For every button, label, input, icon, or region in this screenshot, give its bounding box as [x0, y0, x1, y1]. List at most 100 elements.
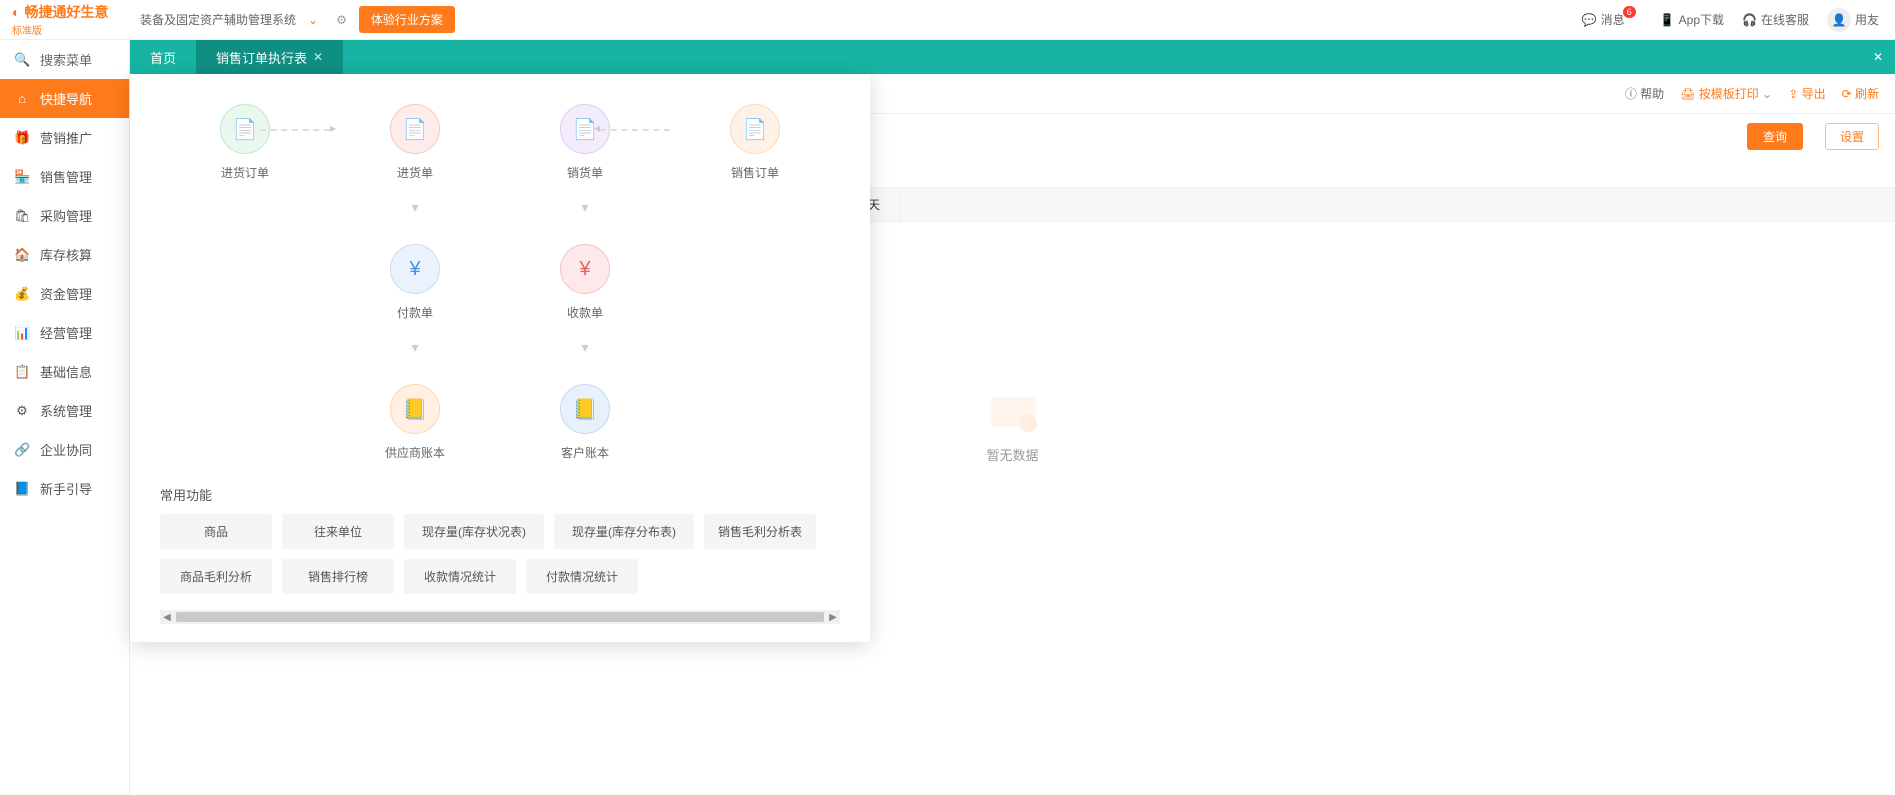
scroll-right-icon[interactable]: ▶	[826, 612, 840, 623]
sidebar-item-label: 新手引导	[40, 479, 92, 498]
refresh-button[interactable]: ⟳ 刷新	[1842, 85, 1879, 102]
scrollbar-thumb[interactable]	[176, 612, 824, 622]
avatar-icon: 👤	[1827, 8, 1851, 32]
sidebar-item-collab[interactable]: 🔗企业协同	[0, 430, 129, 469]
flow-label: 收款单	[567, 304, 603, 321]
sidebar-item-guide[interactable]: 📘新手引导	[0, 469, 129, 508]
sidebar-item-operation[interactable]: 📊 经营管理	[0, 313, 129, 352]
print-template-button[interactable]: 🖨 按模板打印 ⌄	[1680, 85, 1772, 102]
settings-button[interactable]: 设置	[1825, 123, 1879, 150]
sidebar-item-label: 库存核算	[40, 245, 92, 264]
sidebar-item-label: 采购管理	[40, 206, 92, 225]
common-btn-stock-status[interactable]: 现存量(库存状况表)	[404, 514, 544, 549]
sidebar-item-label: 销售管理	[40, 167, 92, 186]
pay-icon: ¥	[390, 244, 440, 294]
panel-scrollbar[interactable]: ◀ ▶	[160, 610, 840, 624]
common-btn-sales-rank[interactable]: 销售排行榜	[282, 559, 394, 594]
logo-icon: ◐	[12, 4, 20, 20]
try-plan-button[interactable]: 体验行业方案	[359, 6, 455, 33]
common-functions-grid: 商品 往来单位 现存量(库存状况表) 现存量(库存分布表) 销售毛利分析表 商品…	[160, 514, 840, 594]
shop-icon: 🏪	[14, 169, 30, 185]
flow-label: 客户账本	[561, 444, 609, 461]
topbar-right: 💬 消息 6 📱 App下载 🎧 在线客服 👤 用友	[1582, 8, 1879, 32]
user-menu[interactable]: 👤 用友	[1827, 8, 1879, 32]
online-service-link[interactable]: 🎧 在线客服	[1742, 11, 1809, 28]
sidebar-item-label: 营销推广	[40, 128, 92, 147]
messages-link[interactable]: 💬 消息 6	[1582, 11, 1642, 28]
ledger-icon: 📒	[390, 384, 440, 434]
doc-out-icon: 📄	[730, 104, 780, 154]
messages-badge: 6	[1623, 6, 1636, 18]
system-selector[interactable]: 装备及固定资产辅助管理系统 ⌄	[130, 11, 328, 28]
tabs-close-all[interactable]: ✕	[1861, 40, 1895, 74]
sidebar-item-marketing[interactable]: 🎁营销推广	[0, 118, 129, 157]
brand-edition: 标准版	[12, 22, 42, 37]
home-icon: ⌂	[14, 91, 30, 106]
message-icon: 💬	[1582, 13, 1597, 27]
help-link[interactable]: ⓘ 帮助	[1625, 85, 1664, 102]
common-btn-product[interactable]: 商品	[160, 514, 272, 549]
user-name: 用友	[1855, 11, 1879, 28]
sidebar-item-inventory[interactable]: 🏠 库存核算	[0, 235, 129, 274]
common-btn-sales-profit[interactable]: 销售毛利分析表	[704, 514, 816, 549]
tab-home[interactable]: 首页	[130, 40, 196, 74]
sidebar-item-finance[interactable]: 💰 资金管理	[0, 274, 129, 313]
headset-icon: 🎧	[1742, 13, 1757, 27]
sidebar-item-quicknav[interactable]: ⌂ 快捷导航	[0, 79, 129, 118]
query-button[interactable]: 查询	[1747, 123, 1803, 150]
tab-sales-order-exec[interactable]: 销售订单执行表 ✕	[196, 40, 343, 74]
sidebar-item-label: 经营管理	[40, 323, 92, 342]
common-btn-product-profit[interactable]: 商品毛利分析	[160, 559, 272, 594]
app-download-link[interactable]: 📱 App下载	[1660, 11, 1724, 28]
flow-sales-order[interactable]: 📄销售订单	[680, 104, 830, 181]
flow-row-3: 📒供应商账本 📒 客户账本	[160, 384, 840, 461]
flow-customer-ledger[interactable]: 📒 客户账本	[510, 384, 660, 461]
topbar: ◐畅捷通好生意 标准版 装备及固定资产辅助管理系统 ⌄ ⚙ 体验行业方案 💬 消…	[0, 0, 1895, 40]
sidebar-item-purchase[interactable]: 🛍 采购管理	[0, 196, 129, 235]
sidebar-item-sales[interactable]: 🏪 销售管理	[0, 157, 129, 196]
common-btn-stock-dist[interactable]: 现存量(库存分布表)	[554, 514, 694, 549]
flow-label: 进货单	[397, 164, 433, 181]
search-icon: 🔍	[14, 52, 30, 68]
gear-icon[interactable]: ⚙	[336, 13, 347, 27]
common-btn-payment-stat[interactable]: 付款情况统计	[526, 559, 638, 594]
flow-arrow-icon	[600, 129, 670, 131]
chart-icon: 📊	[14, 325, 30, 341]
sidebar-item-label: 资金管理	[40, 284, 92, 303]
app-download-label: App下载	[1679, 11, 1724, 28]
flow-receipt[interactable]: ¥ 收款单	[510, 244, 660, 321]
receive-icon: ¥	[560, 244, 610, 294]
bag-icon: 🛍	[14, 208, 30, 224]
system-name: 装备及固定资产辅助管理系统	[140, 11, 296, 28]
tabbar: 首页 销售订单执行表 ✕ ✕	[130, 40, 1895, 74]
flow-payment[interactable]: ¥ 付款单	[340, 244, 490, 321]
tab-home-label: 首页	[150, 48, 176, 67]
export-button[interactable]: ⇪ 导出	[1788, 85, 1825, 102]
sidebar-search[interactable]: 🔍 搜索菜单	[0, 40, 129, 79]
chevron-down-icon: ⌄	[308, 13, 318, 27]
money-icon: 💰	[14, 286, 30, 302]
close-icon[interactable]: ✕	[313, 50, 323, 64]
flow-purchase[interactable]: 📄进货单	[340, 104, 490, 181]
flow-sales[interactable]: 📄销货单	[510, 104, 660, 181]
sidebar-item-label: 系统管理	[40, 401, 92, 420]
scroll-left-icon[interactable]: ◀	[160, 612, 174, 623]
sidebar-item-basic[interactable]: 📋基础信息	[0, 352, 129, 391]
flow-row-2: ¥ 付款单 ¥ 收款单	[160, 244, 840, 321]
flow-supplier-ledger[interactable]: 📒供应商账本	[340, 384, 490, 461]
common-btn-receipt-stat[interactable]: 收款情况统计	[404, 559, 516, 594]
sidebar-item-label: 快捷导航	[40, 89, 92, 108]
flow-purchase-order[interactable]: 📄进货订单	[170, 104, 320, 181]
empty-illustration-icon	[973, 382, 1053, 442]
ledger-icon: 📒	[560, 384, 610, 434]
phone-icon: 📱	[1660, 13, 1675, 27]
sidebar-item-system[interactable]: ⚙系统管理	[0, 391, 129, 430]
flow-label: 付款单	[397, 304, 433, 321]
common-btn-partner[interactable]: 往来单位	[282, 514, 394, 549]
brand-name: 畅捷通好生意	[24, 2, 108, 22]
arrow-down-icon: ▾	[411, 339, 418, 356]
flow-label: 进货订单	[221, 164, 269, 181]
warehouse-icon: 🏠	[14, 247, 30, 263]
flow-arrow-icon	[260, 129, 330, 131]
quicknav-panel: 📄进货订单 📄进货单 📄销货单 📄销售订单 ▾▾ ¥付款单 ¥收款单 ▾▾	[130, 74, 870, 642]
